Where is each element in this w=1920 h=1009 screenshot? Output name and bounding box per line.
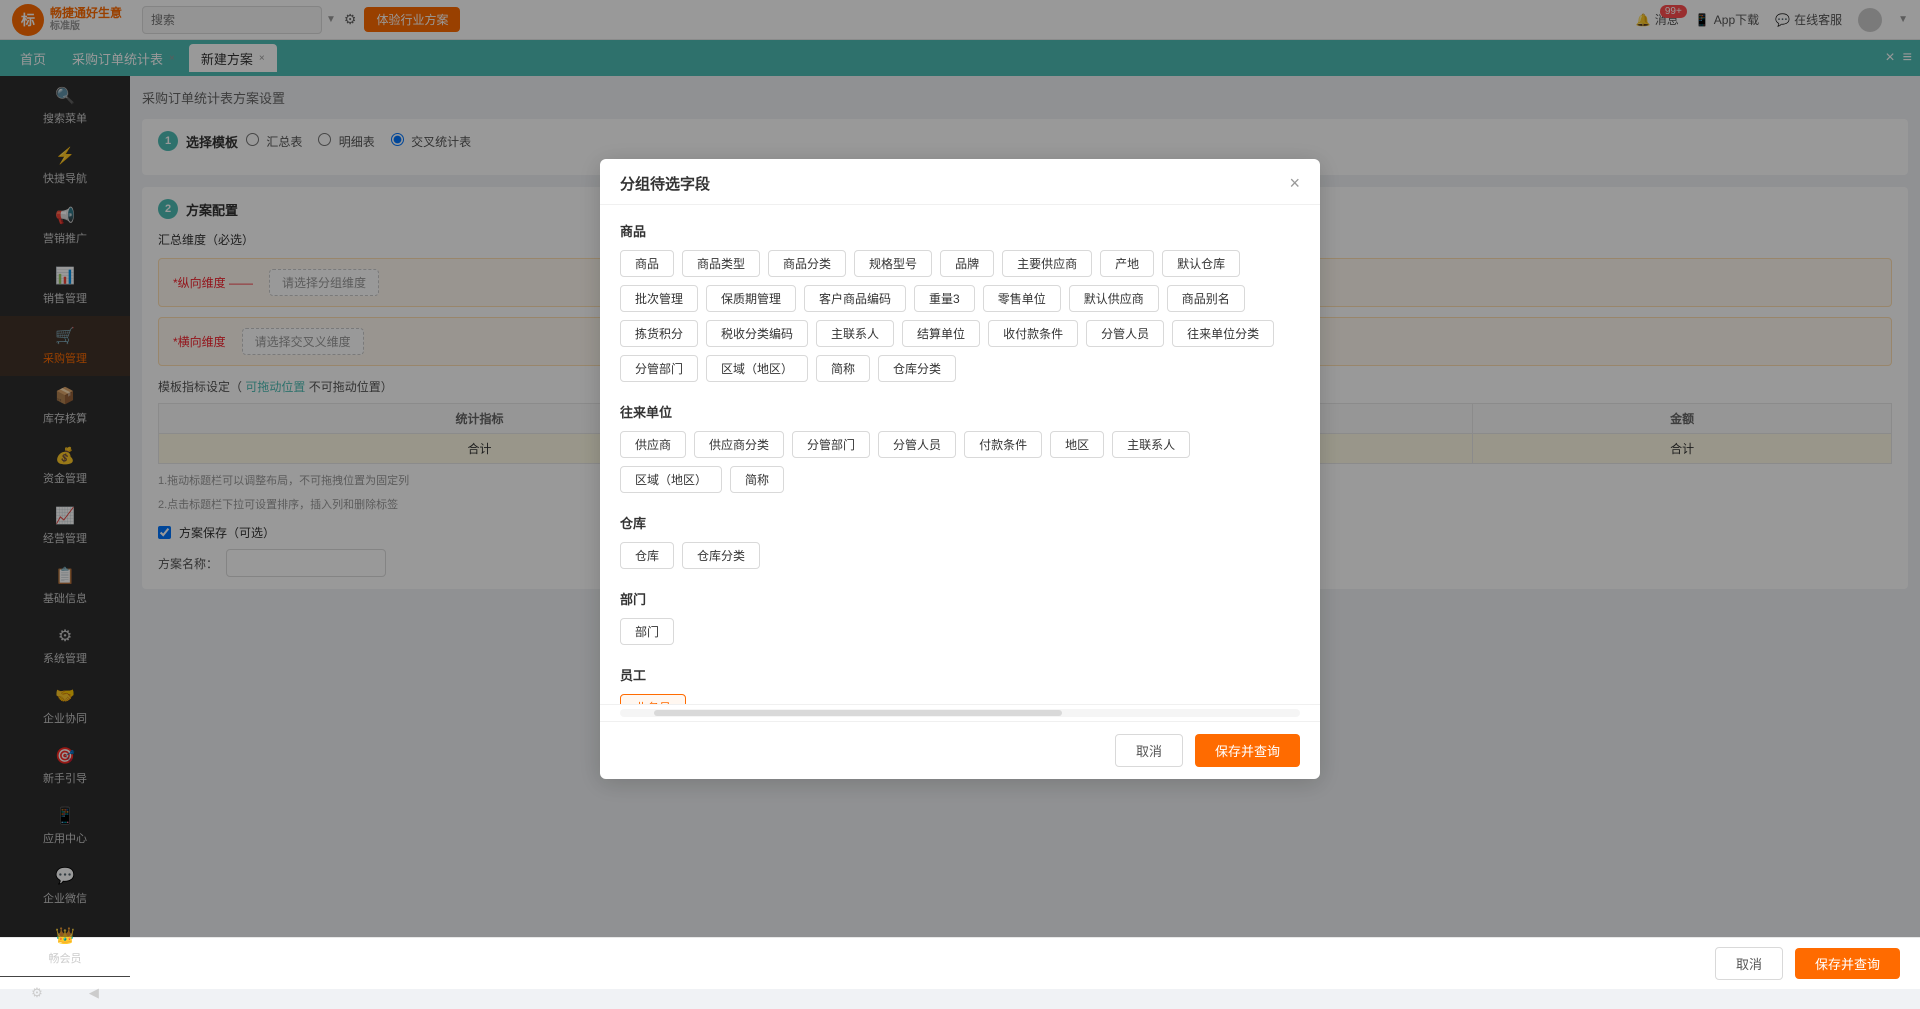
field-tag[interactable]: 仓库 — [620, 542, 674, 569]
overlay: 分组待选字段 × 商品 商品 商品类型 商品分类 规格型号 品牌 主要供应商 产… — [0, 0, 1920, 937]
modal-hscroll[interactable] — [620, 709, 1300, 717]
field-tag[interactable]: 主联系人 — [816, 320, 894, 347]
modal-footer: 取消 保存并查询 — [600, 721, 1320, 779]
field-tag[interactable]: 分管人员 — [1086, 320, 1164, 347]
field-tag[interactable]: 批次管理 — [620, 285, 698, 312]
modal: 分组待选字段 × 商品 商品 商品类型 商品分类 规格型号 品牌 主要供应商 产… — [600, 159, 1320, 779]
field-group-product: 商品 商品 商品类型 商品分类 规格型号 品牌 主要供应商 产地 默认仓库 批次… — [620, 221, 1300, 382]
field-tags-partner: 供应商 供应商分类 分管部门 分管人员 付款条件 地区 主联系人 区域（地区） … — [620, 431, 1300, 493]
field-group-dept: 部门 部门 — [620, 589, 1300, 645]
field-tags-dept: 部门 — [620, 618, 1300, 645]
field-tag[interactable]: 拣货积分 — [620, 320, 698, 347]
field-tag[interactable]: 分管部门 — [792, 431, 870, 458]
sidebar-collapse-icon[interactable]: ◀ — [89, 985, 99, 1001]
field-tag[interactable]: 默认供应商 — [1069, 285, 1159, 312]
field-tag[interactable]: 规格型号 — [854, 250, 932, 277]
field-tag-selected[interactable]: 业务员 — [620, 694, 686, 704]
field-group-staff: 员工 业务员 — [620, 665, 1300, 704]
field-tag[interactable]: 分管部门 — [620, 355, 698, 382]
field-tag[interactable]: 供应商分类 — [694, 431, 784, 458]
field-tag[interactable]: 商品 — [620, 250, 674, 277]
field-tag[interactable]: 简称 — [730, 466, 784, 493]
modal-hscroll-thumb — [654, 710, 1062, 716]
sidebar-item-member-label: 畅会员 — [49, 950, 82, 966]
field-tag[interactable]: 保质期管理 — [706, 285, 796, 312]
bottom-bar: 取消 保存并查询 — [0, 937, 1920, 989]
field-group-partner-title: 往来单位 — [620, 402, 1300, 421]
field-tag[interactable]: 主要供应商 — [1002, 250, 1092, 277]
field-tag[interactable]: 品牌 — [940, 250, 994, 277]
field-tags-warehouse: 仓库 仓库分类 — [620, 542, 1300, 569]
field-tag[interactable]: 分管人员 — [878, 431, 956, 458]
modal-confirm-button[interactable]: 保存并查询 — [1195, 734, 1300, 767]
field-tag[interactable]: 区域（地区） — [620, 466, 722, 493]
field-group-staff-title: 员工 — [620, 665, 1300, 684]
field-tag[interactable]: 商品类型 — [682, 250, 760, 277]
cancel-button[interactable]: 取消 — [1715, 947, 1783, 980]
confirm-button[interactable]: 保存并查询 — [1795, 948, 1900, 979]
field-tag[interactable]: 税收分类编码 — [706, 320, 808, 347]
modal-close-icon[interactable]: × — [1289, 173, 1300, 194]
field-tag[interactable]: 重量3 — [914, 285, 975, 312]
field-tag[interactable]: 区域（地区） — [706, 355, 808, 382]
field-tag[interactable]: 产地 — [1100, 250, 1154, 277]
field-tags-staff: 业务员 — [620, 694, 1300, 704]
modal-cancel-button[interactable]: 取消 — [1115, 734, 1183, 767]
field-tag[interactable]: 仓库分类 — [878, 355, 956, 382]
field-tag[interactable]: 仓库分类 — [682, 542, 760, 569]
modal-title: 分组待选字段 — [620, 173, 710, 194]
field-tag[interactable]: 部门 — [620, 618, 674, 645]
field-tag[interactable]: 结算单位 — [902, 320, 980, 347]
field-tag[interactable]: 主联系人 — [1112, 431, 1190, 458]
field-tag[interactable]: 供应商 — [620, 431, 686, 458]
modal-header: 分组待选字段 × — [600, 159, 1320, 205]
field-tag[interactable]: 商品分类 — [768, 250, 846, 277]
field-tag[interactable]: 商品别名 — [1167, 285, 1245, 312]
field-tag[interactable]: 往来单位分类 — [1172, 320, 1274, 347]
modal-hscroll-area — [600, 704, 1320, 721]
field-group-partner: 往来单位 供应商 供应商分类 分管部门 分管人员 付款条件 地区 主联系人 区域… — [620, 402, 1300, 493]
field-tag[interactable]: 付款条件 — [964, 431, 1042, 458]
field-tags-product: 商品 商品类型 商品分类 规格型号 品牌 主要供应商 产地 默认仓库 批次管理 … — [620, 250, 1300, 382]
field-group-product-title: 商品 — [620, 221, 1300, 240]
field-tag[interactable]: 零售单位 — [983, 285, 1061, 312]
sidebar-settings-icon[interactable]: ⚙ — [31, 985, 43, 1001]
modal-body: 商品 商品 商品类型 商品分类 规格型号 品牌 主要供应商 产地 默认仓库 批次… — [600, 205, 1320, 704]
sidebar-bottom: ⚙ ◀ — [0, 976, 130, 1009]
field-group-warehouse-title: 仓库 — [620, 513, 1300, 532]
field-tag[interactable]: 客户商品编码 — [804, 285, 906, 312]
field-tag[interactable]: 简称 — [816, 355, 870, 382]
field-group-warehouse: 仓库 仓库 仓库分类 — [620, 513, 1300, 569]
field-tag[interactable]: 地区 — [1050, 431, 1104, 458]
field-group-dept-title: 部门 — [620, 589, 1300, 608]
field-tag[interactable]: 默认仓库 — [1162, 250, 1240, 277]
field-tag[interactable]: 收付款条件 — [988, 320, 1078, 347]
